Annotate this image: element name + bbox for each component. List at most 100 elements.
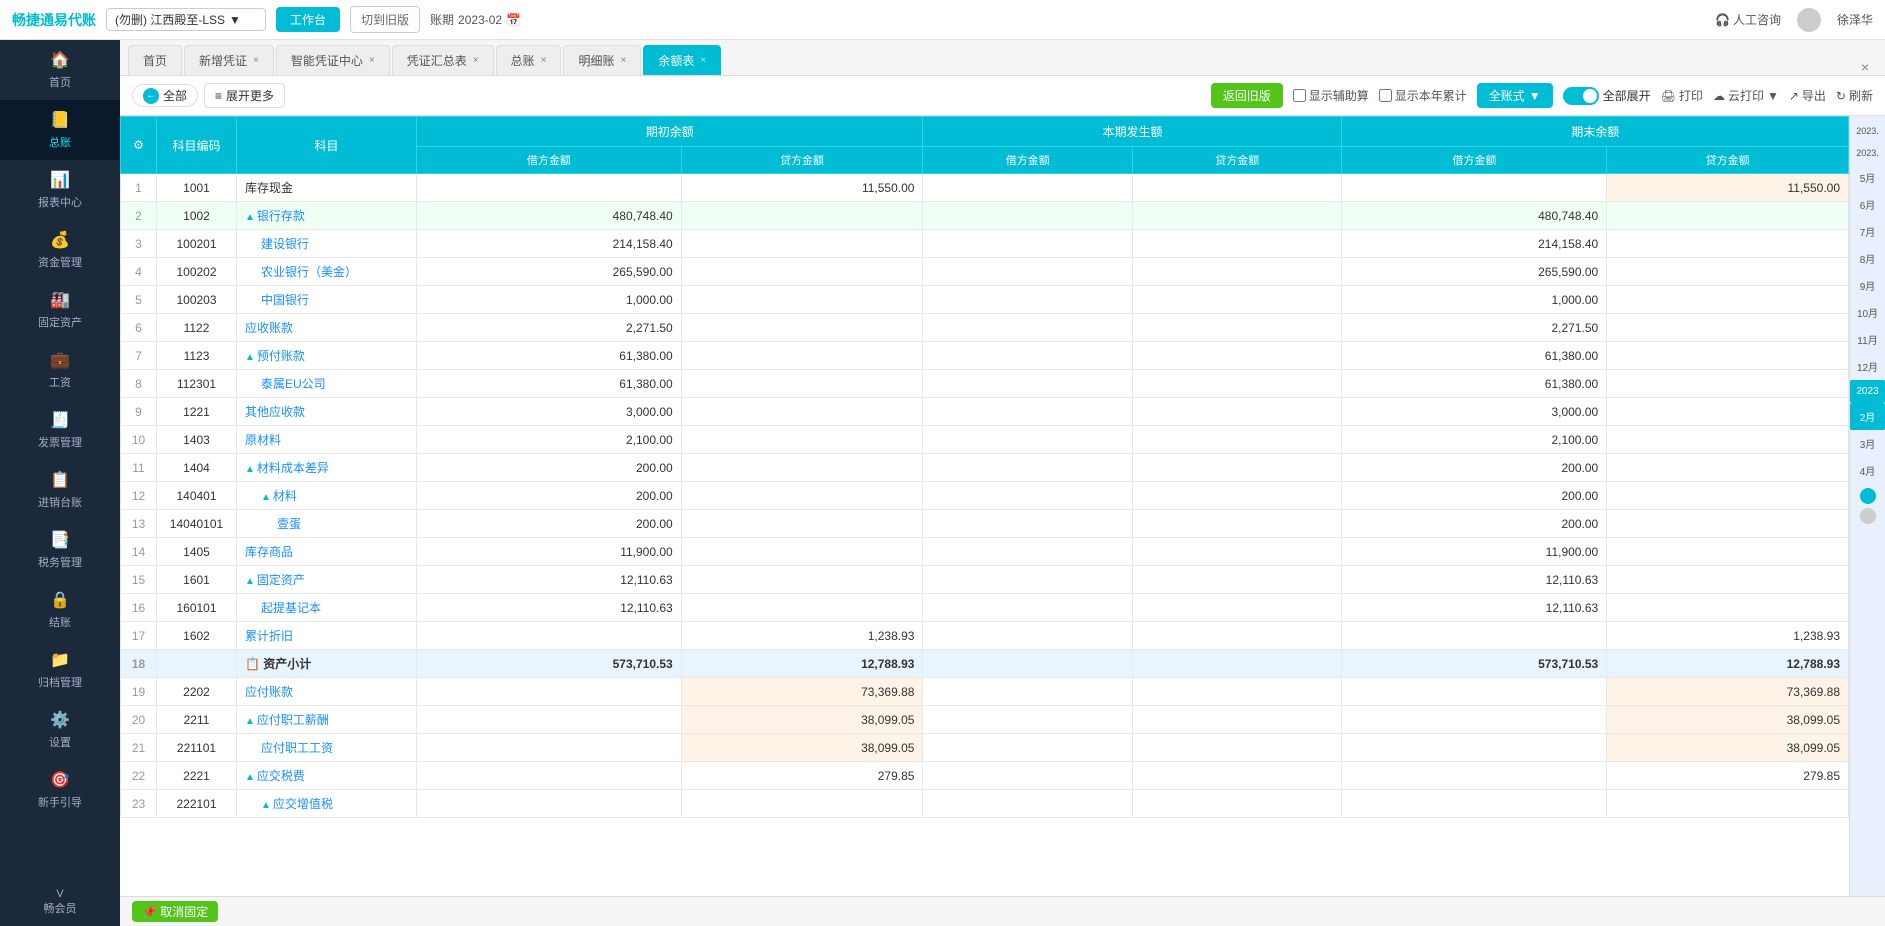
show-aux-checkbox[interactable]: 显示辅助算 — [1293, 87, 1369, 104]
tab-balance-sheet[interactable]: 余额表 × — [643, 45, 721, 75]
right-panel-month-10[interactable]: 10月 — [1850, 299, 1885, 326]
sidebar-item-ledger[interactable]: 📒 总账 — [0, 100, 120, 160]
close-icon[interactable]: × — [541, 55, 547, 66]
export-button[interactable]: ↗ 导出 — [1789, 87, 1826, 104]
subject-link[interactable]: 应付职工工资 — [261, 741, 333, 755]
company-selector[interactable]: (勿删) 江西殿至-LSS ▼ — [106, 8, 266, 31]
right-panel-month-8[interactable]: 8月 — [1850, 245, 1885, 272]
subject-link[interactable]: 预付账款 — [257, 349, 305, 363]
close-icon[interactable]: × — [700, 55, 706, 66]
sidebar-item-guide[interactable]: 🎯 新手引导 — [0, 760, 120, 820]
tab-detail-ledger[interactable]: 明细账 × — [563, 45, 641, 75]
sidebar-item-archives[interactable]: 📁 归档管理 — [0, 640, 120, 700]
table-row: 12 140401 ▲材料 200.00 200.00 — [121, 482, 1849, 510]
right-panel-year-2023a[interactable]: 2023. — [1850, 120, 1885, 142]
circle-icon-2[interactable] — [1860, 508, 1876, 524]
sidebar-item-assets[interactable]: 🏭 固定资产 — [0, 280, 120, 340]
subject-link[interactable]: 材料成本差异 — [257, 461, 329, 475]
show-ytd-checkbox[interactable]: 显示本年累计 — [1379, 87, 1467, 104]
sidebar-item-closing[interactable]: 🔒 结账 — [0, 580, 120, 640]
right-panel-year-2023b[interactable]: 2023. — [1850, 142, 1885, 164]
right-panel-month-11[interactable]: 11月 — [1850, 326, 1885, 353]
old-version-button[interactable]: 切到旧版 — [350, 6, 420, 33]
all-filter-button[interactable]: ← 全部 — [132, 84, 198, 107]
subject-name: 原材料 — [237, 426, 417, 454]
subject-link[interactable]: 原材料 — [245, 433, 281, 447]
sidebar-item-purchases[interactable]: 📋 进销台账 — [0, 460, 120, 520]
sidebar-item-capital[interactable]: 💰 资金管理 — [0, 220, 120, 280]
tab-voucher-summary[interactable]: 凭证汇总表 × — [392, 45, 494, 75]
current-credit — [1132, 230, 1342, 258]
subject-name: 应收账款 — [237, 314, 417, 342]
consultant-link[interactable]: 🎧 人工咨询 — [1715, 11, 1781, 28]
subject-link[interactable]: 其他应收款 — [245, 405, 305, 419]
subject-link[interactable]: 建设银行 — [261, 237, 309, 251]
subject-link[interactable]: 材料 — [273, 489, 297, 503]
right-panel-month-6[interactable]: 6月 — [1850, 191, 1885, 218]
print-button[interactable]: 🖨 打印 — [1661, 87, 1703, 104]
right-panel-month-2-active[interactable]: 2月 — [1850, 403, 1885, 430]
right-panel-year-active[interactable]: 2023 — [1850, 380, 1885, 403]
refresh-button[interactable]: ↻ 刷新 — [1836, 87, 1873, 104]
circle-icon-1[interactable] — [1860, 488, 1876, 504]
subject-link[interactable]: 应付账款 — [245, 685, 293, 699]
subject-link[interactable]: 壹蛋 — [277, 517, 301, 531]
expand-icon[interactable]: ▲ — [245, 716, 255, 727]
workbench-button[interactable]: 工作台 — [276, 7, 340, 32]
sidebar-item-home[interactable]: 🏠 首页 — [0, 40, 120, 100]
expand-more-button[interactable]: ≡ 展开更多 — [204, 83, 285, 108]
right-panel-month-4[interactable]: 4月 — [1850, 457, 1885, 484]
return-old-button[interactable]: 返回旧版 — [1211, 83, 1283, 108]
subject-link[interactable]: 应收账款 — [245, 321, 293, 335]
right-panel-month-5[interactable]: 5月 — [1850, 164, 1885, 191]
switch-icon[interactable] — [1563, 87, 1599, 105]
right-panel-month-12[interactable]: 12月 — [1850, 353, 1885, 380]
expand-icon[interactable]: ▲ — [261, 800, 271, 811]
full-style-button[interactable]: 全账式 ▼ — [1477, 83, 1553, 108]
subject-link[interactable]: 泰属EU公司 — [261, 377, 326, 391]
close-icon[interactable]: × — [369, 55, 375, 66]
subject-link[interactable]: 中国银行 — [261, 293, 309, 307]
subject-link[interactable]: 固定资产 — [257, 573, 305, 587]
subject-link[interactable]: 库存商品 — [245, 545, 293, 559]
tab-smart-center[interactable]: 智能凭证中心 × — [276, 45, 390, 75]
sidebar-item-invoice[interactable]: 🧾 发票管理 — [0, 400, 120, 460]
subject-link[interactable]: 应付职工薪酬 — [257, 713, 329, 727]
expand-icon[interactable]: ▲ — [245, 772, 255, 783]
expand-icon[interactable]: ▲ — [245, 352, 255, 363]
cancel-fixed-button[interactable]: 📌 取消固定 — [132, 901, 218, 922]
sidebar-item-tax[interactable]: 📑 税务管理 — [0, 520, 120, 580]
tab-new-voucher[interactable]: 新增凭证 × — [184, 45, 274, 75]
subject-link[interactable]: 应交税费 — [257, 769, 305, 783]
sidebar-label-reports: 报表中心 — [38, 194, 82, 210]
sidebar-item-member[interactable]: V 畅会员 — [0, 878, 120, 926]
close-icon[interactable]: × — [253, 55, 259, 66]
aux-checkbox-input[interactable] — [1293, 89, 1306, 102]
close-all-icon[interactable]: × — [1853, 59, 1877, 75]
subject-link[interactable]: 银行存款 — [257, 209, 305, 223]
expand-icon[interactable]: ▲ — [245, 464, 255, 475]
expand-icon[interactable]: ▲ — [261, 492, 271, 503]
cloud-print-button[interactable]: ☁ 云打印 ▼ — [1713, 87, 1779, 104]
tab-home[interactable]: 首页 — [128, 45, 182, 75]
subject-link[interactable]: 起提基记本 — [261, 601, 321, 615]
period-label: 账期 — [430, 11, 454, 28]
close-icon[interactable]: × — [620, 55, 626, 66]
right-panel-month-9[interactable]: 9月 — [1850, 272, 1885, 299]
close-icon[interactable]: × — [473, 55, 479, 66]
expand-all-toggle[interactable]: 全部展开 — [1563, 87, 1651, 105]
sidebar-item-payroll[interactable]: 💼 工资 — [0, 340, 120, 400]
ytd-checkbox-input[interactable] — [1379, 89, 1392, 102]
subject-link[interactable]: 农业银行（美金） — [261, 265, 357, 279]
sidebar-item-reports[interactable]: 📊 报表中心 — [0, 160, 120, 220]
expand-icon[interactable]: ▲ — [245, 212, 255, 223]
expand-icon[interactable]: ▲ — [245, 576, 255, 587]
right-panel-month-7[interactable]: 7月 — [1850, 218, 1885, 245]
gear-header[interactable]: ⚙ — [121, 117, 157, 174]
sidebar-item-settings[interactable]: ⚙️ 设置 — [0, 700, 120, 760]
tab-general-ledger[interactable]: 总账 × — [496, 45, 562, 75]
subject-link[interactable]: 累计折旧 — [245, 629, 293, 643]
right-panel-month-3[interactable]: 3月 — [1850, 430, 1885, 457]
subject-link[interactable]: 应交增值税 — [273, 797, 333, 811]
settings-icon: ⚙️ — [50, 710, 70, 730]
